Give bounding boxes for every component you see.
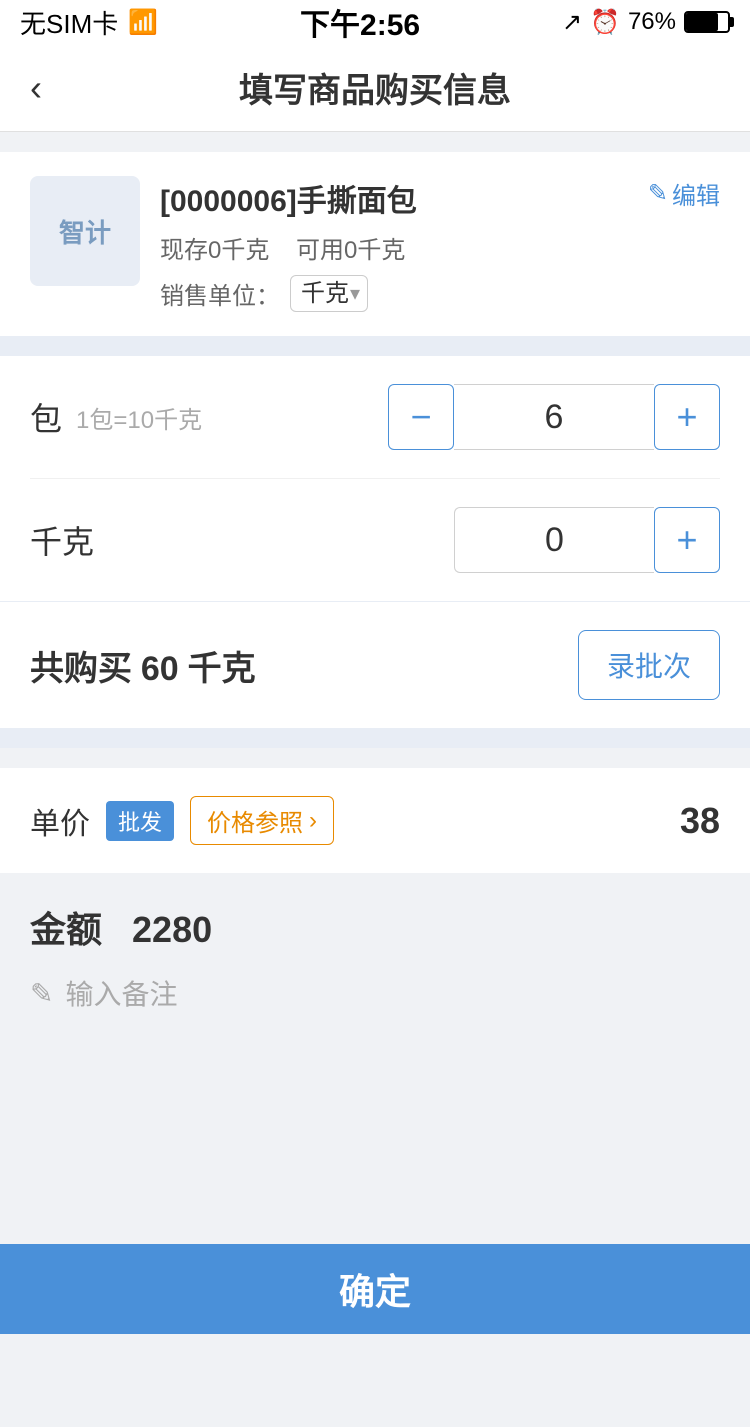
summary-prefix: 共购买 xyxy=(30,650,132,688)
back-button[interactable]: ‹ xyxy=(30,67,42,109)
location-icon: ↗ xyxy=(562,8,582,37)
price-section: 单价 批发 价格参照 › 38 xyxy=(0,768,750,873)
summary-unit: 千克 xyxy=(188,650,256,688)
kg-input-row: 千克 + xyxy=(30,479,720,601)
status-bar: 无SIM卡 📶 下午2:56 ↗ ⏰ 76% xyxy=(0,0,750,44)
package-label: 包 1包=10千克 xyxy=(30,394,202,440)
content-area xyxy=(0,1027,750,1427)
edit-label: 编辑 xyxy=(672,176,720,211)
pencil-icon: ✎ xyxy=(30,977,53,1010)
stock-text: 现存0千克 xyxy=(160,237,269,264)
status-left: 无SIM卡 📶 xyxy=(20,4,158,41)
battery-percent: 76% xyxy=(628,8,676,36)
package-input-row: 包 1包=10千克 − + xyxy=(30,356,720,479)
kg-control: + xyxy=(454,507,720,573)
amount-value: 2280 xyxy=(132,909,212,950)
amount-row: 金额 2280 xyxy=(30,901,720,953)
product-stock: 现存0千克 可用0千克 xyxy=(160,230,720,265)
available-text: 可用0千克 xyxy=(296,237,405,264)
kg-text: 千克 xyxy=(30,517,94,563)
summary-amount: 60 xyxy=(141,650,179,688)
remark-row[interactable]: ✎ 输入备注 xyxy=(30,973,720,1013)
batch-button[interactable]: 录批次 xyxy=(578,630,720,700)
divider-1 xyxy=(0,336,750,356)
package-input[interactable] xyxy=(454,384,654,450)
carrier-text: 无SIM卡 xyxy=(20,4,118,41)
product-section: 智计 [0000006]手撕面包 ✎ 编辑 现存0千克 可用0千克 销售单位： … xyxy=(0,152,750,336)
input-section: 包 1包=10千克 − + 千克 + xyxy=(0,356,750,601)
summary-text: 共购买 60 千克 xyxy=(30,641,256,690)
status-time: 下午2:56 xyxy=(300,0,420,44)
unit-select-wrap[interactable]: 千克 xyxy=(290,275,368,312)
unit-label: 销售单位： xyxy=(160,276,280,311)
kg-label: 千克 xyxy=(30,517,94,563)
product-image: 智计 xyxy=(30,176,140,286)
product-info: [0000006]手撕面包 ✎ 编辑 现存0千克 可用0千克 销售单位： 千克 xyxy=(160,176,720,312)
product-name: [0000006]手撕面包 xyxy=(160,176,417,220)
confirm-button[interactable]: 确定 xyxy=(0,1244,750,1334)
kg-input[interactable] xyxy=(454,507,654,573)
price-badge: 批发 xyxy=(106,801,174,841)
nav-bar: ‹ 填写商品购买信息 xyxy=(0,44,750,132)
wifi-icon: 📶 xyxy=(128,8,158,37)
edit-icon: ✎ xyxy=(648,179,668,208)
price-ref-arrow: › xyxy=(309,807,317,835)
price-ref-button[interactable]: 价格参照 › xyxy=(190,796,334,845)
battery-icon xyxy=(684,11,730,33)
unit-select[interactable]: 千克 xyxy=(290,275,368,312)
package-text: 包 xyxy=(30,394,62,440)
kg-plus-button[interactable]: + xyxy=(654,507,720,573)
summary-section: 共购买 60 千克 录批次 xyxy=(0,601,750,728)
price-value: 38 xyxy=(680,800,720,842)
price-ref-label: 价格参照 xyxy=(207,803,303,838)
status-right: ↗ ⏰ 76% xyxy=(562,8,730,37)
amount-section: 金额 2280 ✎ 输入备注 xyxy=(0,873,750,1027)
amount-label: 金额 xyxy=(30,909,102,950)
product-logo: 智计 xyxy=(59,213,111,250)
package-minus-button[interactable]: − xyxy=(388,384,454,450)
product-top-row: [0000006]手撕面包 ✎ 编辑 xyxy=(160,176,720,230)
price-label: 单价 xyxy=(30,799,90,843)
product-unit-row: 销售单位： 千克 xyxy=(160,275,720,312)
package-control: − + xyxy=(388,384,720,450)
remark-label: 输入备注 xyxy=(65,973,177,1013)
package-plus-button[interactable]: + xyxy=(654,384,720,450)
page-title: 填写商品购买信息 xyxy=(239,63,511,112)
battery-fill xyxy=(686,13,718,31)
edit-button[interactable]: ✎ 编辑 xyxy=(648,176,720,211)
package-hint: 1包=10千克 xyxy=(76,400,202,435)
alarm-icon: ⏰ xyxy=(590,8,620,37)
divider-2 xyxy=(0,728,750,748)
